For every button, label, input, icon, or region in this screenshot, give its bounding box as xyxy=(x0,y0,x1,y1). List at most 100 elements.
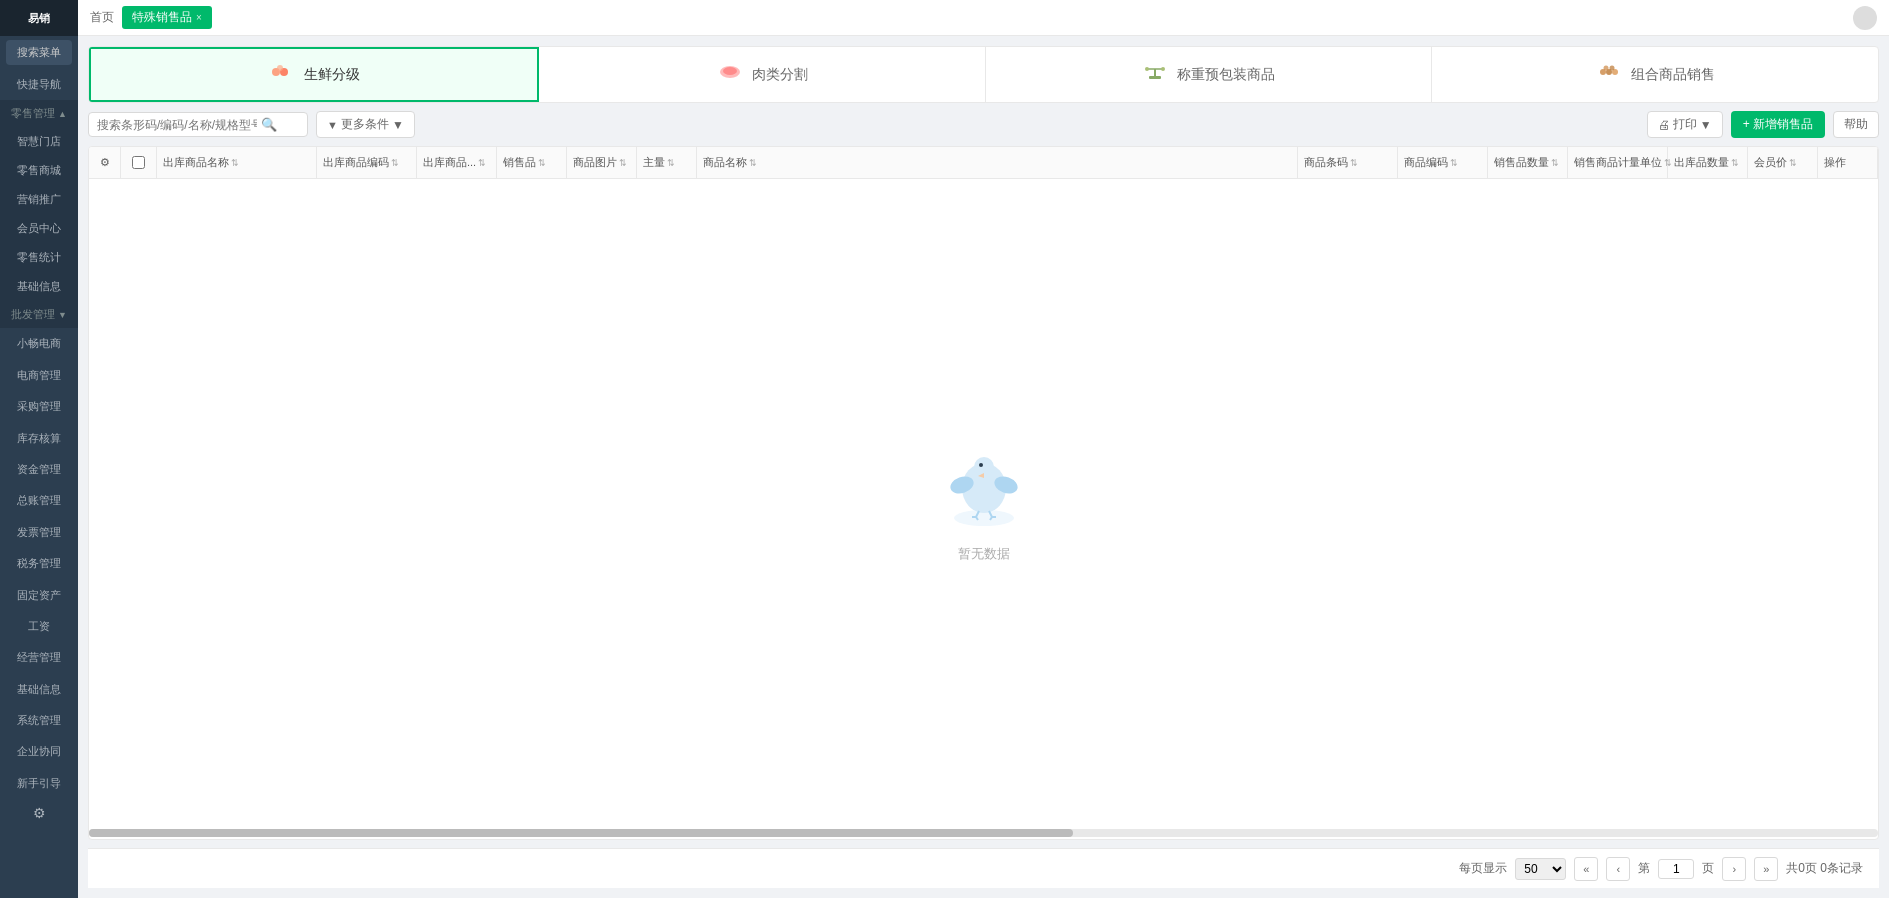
svg-point-2 xyxy=(277,65,283,71)
th-checkbox[interactable] xyxy=(121,147,157,178)
sort-icon: ⇅ xyxy=(1450,158,1458,168)
sidebar-item-enterprise[interactable]: 企业协同 xyxy=(0,736,78,767)
page-label-post: 页 xyxy=(1702,860,1714,877)
gear-icon[interactable]: ⚙ xyxy=(0,799,78,827)
topbar-right xyxy=(1853,6,1877,30)
svg-point-8 xyxy=(1145,67,1149,71)
sidebar-item-tax[interactable]: 税务管理 xyxy=(0,548,78,579)
sidebar-item-system[interactable]: 系统管理 xyxy=(0,705,78,736)
th-sales-qty[interactable]: 销售品数量 ⇅ xyxy=(1488,147,1568,178)
sidebar-section-wholesale[interactable]: 批发管理 ▼ xyxy=(0,301,78,328)
prev-page-button[interactable]: ‹ xyxy=(1606,857,1630,881)
last-page-button[interactable]: » xyxy=(1754,857,1778,881)
toolbar: 🔍 ▼ 更多条件 ▼ 🖨 打印 ▼ + 新增销售品 帮助 xyxy=(88,111,1879,138)
svg-point-14 xyxy=(1610,66,1615,71)
svg-rect-6 xyxy=(1154,69,1156,76)
page-content: 生鲜分级 肉类分割 称重预包装商品 组合商品销售 xyxy=(78,36,1889,898)
th-member-price[interactable]: 会员价 ⇅ xyxy=(1748,147,1818,178)
th-barcode[interactable]: 商品条码 ⇅ xyxy=(1298,147,1398,178)
per-page-select[interactable]: 50 20 100 xyxy=(1515,858,1566,880)
th-product-name[interactable]: 出库商品名称 ⇅ xyxy=(157,147,317,178)
empty-illustration xyxy=(934,443,1034,533)
print-icon: 🖨 xyxy=(1658,118,1670,132)
svg-point-21 xyxy=(979,463,983,467)
data-table: ⚙ 出库商品名称 ⇅ 出库商品编码 ⇅ 出库商品... ⇅ 销售品 xyxy=(88,146,1879,840)
th-actions: 操作 xyxy=(1818,147,1878,178)
scrollbar-thumb[interactable] xyxy=(89,829,1073,837)
page-label-pre: 第 xyxy=(1638,860,1650,877)
cat-tab-meat[interactable]: 肉类分割 xyxy=(539,47,986,102)
total-pages-label: 共0页 0条记录 xyxy=(1786,860,1863,877)
sidebar-item-newbie[interactable]: 新手引导 xyxy=(0,768,78,799)
pagination: 每页显示 50 20 100 « ‹ 第 页 › » 共0页 0条记录 xyxy=(88,848,1879,888)
sidebar-item-payroll[interactable]: 工资 xyxy=(0,611,78,642)
sort-icon: ⇅ xyxy=(391,158,399,168)
user-avatar[interactable] xyxy=(1853,6,1877,30)
th-goods-code[interactable]: 商品编码 ⇅ xyxy=(1398,147,1488,178)
sort-icon: ⇅ xyxy=(1731,158,1739,168)
sidebar-search-button[interactable]: 搜索菜单 xyxy=(6,40,72,65)
sidebar-section-retail[interactable]: 零售管理 ▲ xyxy=(0,100,78,127)
filter-arrow-icon: ▼ xyxy=(392,118,404,132)
th-weight[interactable]: 主量 ⇅ xyxy=(637,147,697,178)
add-sales-item-button[interactable]: + 新增销售品 xyxy=(1731,111,1825,138)
cat-tab-fresh[interactable]: 生鲜分级 xyxy=(89,47,539,102)
next-page-button[interactable]: › xyxy=(1722,857,1746,881)
sidebar-item-smart-store[interactable]: 智慧门店 xyxy=(0,127,78,156)
sidebar-item-members[interactable]: 会员中心 xyxy=(0,214,78,243)
search-icon[interactable]: 🔍 xyxy=(261,117,277,132)
sort-icon: ⇅ xyxy=(667,158,675,168)
search-input[interactable] xyxy=(97,118,257,132)
empty-message: 暂无数据 xyxy=(958,545,1010,563)
sort-icon: ⇅ xyxy=(749,158,757,168)
th-outstock-qty[interactable]: 出库品数量 ⇅ xyxy=(1668,147,1748,178)
select-all-checkbox[interactable] xyxy=(132,156,145,169)
horizontal-scrollbar[interactable] xyxy=(89,829,1878,837)
sort-icon: ⇅ xyxy=(538,158,546,168)
sidebar-item-basic-info[interactable]: 基础信息 xyxy=(0,272,78,301)
help-button[interactable]: 帮助 xyxy=(1833,111,1879,138)
topbar: 首页 特殊销售品 × xyxy=(78,0,1889,36)
sidebar-item-marketing[interactable]: 营销推广 xyxy=(0,185,78,214)
th-image[interactable]: 商品图片 ⇅ xyxy=(567,147,637,178)
sidebar-item-purchase[interactable]: 采购管理 xyxy=(0,391,78,422)
sort-icon: ⇅ xyxy=(478,158,486,168)
sort-icon: ⇅ xyxy=(231,158,239,168)
first-page-button[interactable]: « xyxy=(1574,857,1598,881)
combo-icon xyxy=(1595,61,1623,88)
sort-icon: ⇅ xyxy=(1350,158,1358,168)
page-number-input[interactable] xyxy=(1658,859,1694,879)
th-product-code[interactable]: 出库商品编码 ⇅ xyxy=(317,147,417,178)
th-sales[interactable]: 销售品 ⇅ xyxy=(497,147,567,178)
fresh-icon xyxy=(268,61,296,88)
sidebar-item-retail-mall[interactable]: 零售商城 xyxy=(0,156,78,185)
sidebar-item-inventory[interactable]: 库存核算 xyxy=(0,423,78,454)
home-tab[interactable]: 首页 xyxy=(90,9,114,26)
search-box: 🔍 xyxy=(88,112,308,137)
sidebar-item-fixed-assets[interactable]: 固定资产 xyxy=(0,580,78,611)
print-button[interactable]: 🖨 打印 ▼ xyxy=(1647,111,1723,138)
filter-button[interactable]: ▼ 更多条件 ▼ xyxy=(316,111,415,138)
close-tab-icon[interactable]: × xyxy=(196,12,202,23)
sidebar-item-operations[interactable]: 经营管理 xyxy=(0,642,78,673)
th-product-info[interactable]: 出库商品... ⇅ xyxy=(417,147,497,178)
svg-point-13 xyxy=(1604,66,1609,71)
cat-tab-weighed[interactable]: 称重预包装商品 xyxy=(986,47,1433,102)
sidebar-item-invoice[interactable]: 发票管理 xyxy=(0,517,78,548)
active-tab[interactable]: 特殊销售品 × xyxy=(122,6,212,29)
sidebar-item-ecommerce-mgmt[interactable]: 电商管理 xyxy=(0,360,78,391)
svg-rect-5 xyxy=(1149,76,1161,79)
cat-tab-combo[interactable]: 组合商品销售 xyxy=(1432,47,1878,102)
sidebar-item-quick-nav[interactable]: 快捷导航 xyxy=(0,69,78,100)
th-goods-name[interactable]: 商品名称 ⇅ xyxy=(697,147,1298,178)
sidebar-item-ledger[interactable]: 总账管理 xyxy=(0,485,78,516)
th-settings[interactable]: ⚙ xyxy=(89,147,121,178)
sidebar-item-basic-info2[interactable]: 基础信息 xyxy=(0,674,78,705)
sidebar-item-retail-stats[interactable]: 零售统计 xyxy=(0,243,78,272)
filter-icon: ▼ xyxy=(327,119,338,131)
sidebar-item-ecommerce[interactable]: 小畅电商 xyxy=(0,328,78,359)
th-sales-unit[interactable]: 销售商品计量单位 ⇅ xyxy=(1568,147,1668,178)
retail-arrow-icon: ▲ xyxy=(58,109,67,119)
toolbar-right: 🖨 打印 ▼ + 新增销售品 帮助 xyxy=(1647,111,1879,138)
sidebar-item-finance[interactable]: 资金管理 xyxy=(0,454,78,485)
